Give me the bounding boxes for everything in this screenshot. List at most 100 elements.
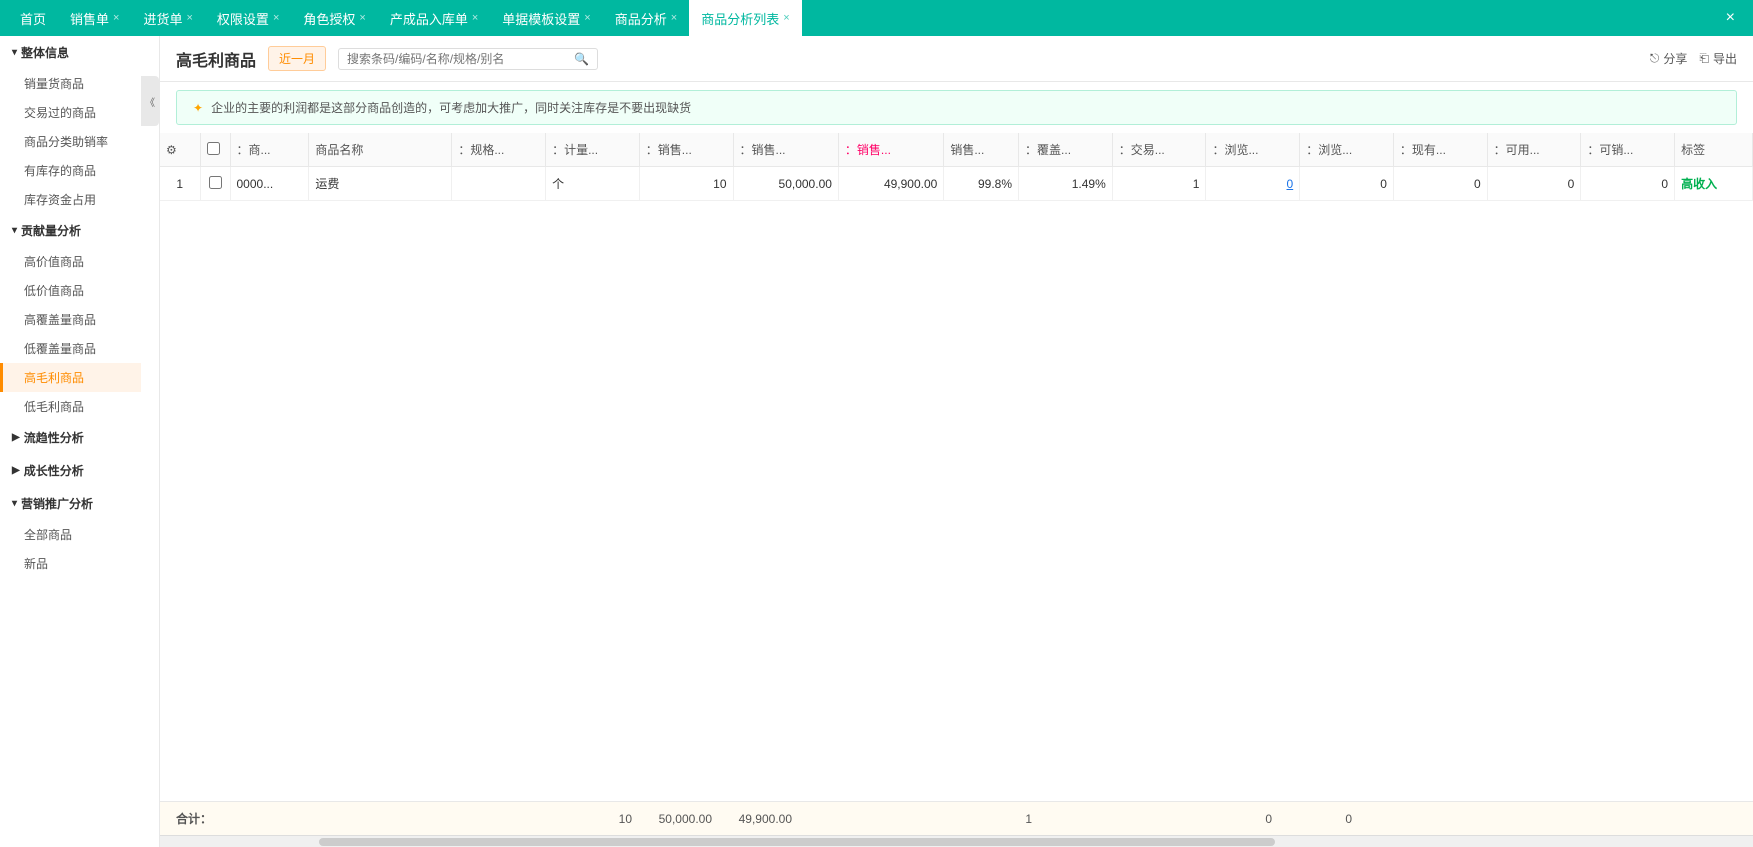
sidebar-item-low-value[interactable]: 低价值商品: [0, 276, 141, 305]
footer-view1: [1042, 812, 1122, 826]
info-icon: ✦: [193, 101, 203, 115]
nav-permission-settings[interactable]: 权限设置 ×: [205, 0, 291, 36]
arrow-icon-4: ▶: [12, 465, 20, 476]
sidebar-item-all-goods[interactable]: 全部商品: [0, 520, 141, 549]
main-layout: ▾ 整体信息 销量货商品 交易过的商品 商品分类助销率 有库存的商品 库存资金占…: [0, 36, 1753, 847]
info-banner: ✦ 企业的主要的利润都是这部分商品创造的，可考虑加大推广，同时关注库存是不要出现…: [176, 90, 1737, 125]
content-area: 高毛利商品 近一月 🔍 ⎋ 分享 ⎗ 导出 ✦ 企业的主要的利润都是这部分商品创…: [160, 36, 1753, 847]
cell-num: 1: [160, 167, 200, 201]
sidebar-item-low-margin[interactable]: 低毛利商品: [0, 392, 141, 421]
content-header: 高毛利商品 近一月 🔍 ⎋ 分享 ⎗ 导出: [160, 36, 1753, 82]
search-icon[interactable]: 🔍: [574, 52, 589, 66]
footer-trade: 1: [962, 812, 1042, 826]
table-header-row: ⚙ ：商... 商品名称 ：规格... ：计量... ：销售... ：销售...…: [160, 133, 1753, 167]
sidebar-group-overall[interactable]: ▾ 整体信息: [0, 36, 141, 69]
nav-sales-order-close[interactable]: ×: [113, 12, 119, 24]
export-button[interactable]: ⎗ 导出: [1699, 50, 1737, 67]
col-trade[interactable]: ：交易...: [1112, 133, 1206, 167]
table-container[interactable]: ⚙ ：商... 商品名称 ：规格... ：计量... ：销售... ：销售...…: [160, 133, 1753, 801]
col-sales-profit[interactable]: ：销售...: [838, 133, 943, 167]
nav-permission-close[interactable]: ×: [273, 12, 279, 24]
col-gross-margin[interactable]: 销售...: [944, 133, 1019, 167]
col-checkbox[interactable]: [200, 133, 230, 167]
sidebar-collapse-button[interactable]: 《: [141, 76, 159, 126]
nav-template-close[interactable]: ×: [584, 12, 590, 24]
nav-purchase-order-close[interactable]: ×: [186, 12, 192, 24]
col-spec[interactable]: ：规格...: [452, 133, 546, 167]
sidebar-item-sales-goods[interactable]: 销量货商品: [0, 69, 141, 98]
horizontal-scrollbar[interactable]: [160, 835, 1753, 847]
nav-role-auth[interactable]: 角色授权 ×: [291, 0, 377, 36]
sidebar-item-high-value[interactable]: 高价值商品: [0, 247, 141, 276]
footer-stock-current: 0: [1202, 812, 1282, 826]
filter-recent-month[interactable]: 近一月: [268, 46, 326, 71]
col-view2[interactable]: ：浏览...: [1300, 133, 1394, 167]
cell-code: 0000...: [230, 167, 309, 201]
page-title: 高毛利商品: [176, 47, 256, 71]
cell-sales-qty: 10: [639, 167, 733, 201]
nav-product-warehouse-close[interactable]: ×: [472, 12, 478, 24]
scrollbar-thumb[interactable]: [319, 838, 1275, 846]
footer-coverage: [882, 812, 962, 826]
nav-product-analysis[interactable]: 商品分析 ×: [603, 0, 689, 36]
sidebar-item-stock-capital[interactable]: 库存资金占用: [0, 185, 141, 214]
sidebar-item-low-coverage[interactable]: 低覆盖量商品: [0, 334, 141, 363]
arrow-icon: ▾: [12, 47, 17, 58]
cell-view1[interactable]: 0: [1206, 167, 1300, 201]
cell-sales-amount: 50,000.00: [733, 167, 838, 201]
col-stock-current[interactable]: ：现有...: [1393, 133, 1487, 167]
sidebar-item-new-goods[interactable]: 新品: [0, 549, 141, 578]
col-sales-amount[interactable]: ：销售...: [733, 133, 838, 167]
total-label: 合计：: [176, 810, 212, 827]
col-stock-available[interactable]: ：可用...: [1487, 133, 1581, 167]
nav-sales-order[interactable]: 销售单 ×: [58, 0, 131, 36]
sidebar-item-category-rate[interactable]: 商品分类助销率: [0, 127, 141, 156]
sidebar-group-contribution[interactable]: ▾ 贡献量分析: [0, 214, 141, 247]
cell-view2: 0: [1300, 167, 1394, 201]
col-unit[interactable]: ：计量...: [546, 133, 640, 167]
sidebar-group-contribution-items: 高价值商品 低价值商品 高覆盖量商品 低覆盖量商品 高毛利商品 低毛利商品: [0, 247, 141, 421]
cell-stock-current: 0: [1393, 167, 1487, 201]
search-input[interactable]: [347, 52, 574, 66]
cell-sales-profit: 49,900.00: [838, 167, 943, 201]
select-all-checkbox[interactable]: [207, 142, 220, 155]
search-box: 🔍: [338, 48, 598, 70]
sidebar-group-marketing[interactable]: ▾ 营销推广分析: [0, 487, 141, 520]
arrow-icon-2: ▾: [12, 225, 17, 236]
footer-sales-qty: 10: [562, 812, 642, 826]
data-table: ⚙ ：商... 商品名称 ：规格... ：计量... ：销售... ：销售...…: [160, 133, 1753, 201]
sidebar-item-high-margin[interactable]: 高毛利商品: [0, 363, 141, 392]
nav-purchase-order[interactable]: 进货单 ×: [131, 0, 204, 36]
footer-sales-profit: 49,900.00: [722, 812, 802, 826]
nav-template-settings[interactable]: 单据模板设置 ×: [490, 0, 602, 36]
share-icon: ⎋: [1650, 51, 1660, 66]
share-button[interactable]: ⎋ 分享: [1650, 50, 1688, 67]
nav-product-analysis-close[interactable]: ×: [671, 12, 677, 24]
sidebar-group-growth[interactable]: ▶ 成长性分析: [0, 454, 141, 487]
col-stock-saleable[interactable]: ：可销...: [1581, 133, 1675, 167]
sidebar-item-stock-goods[interactable]: 有库存的商品: [0, 156, 141, 185]
cell-trade: 1: [1112, 167, 1206, 201]
sidebar-group-trend[interactable]: ▶ 流趋性分析: [0, 421, 141, 454]
cell-gross-margin: 99.8%: [944, 167, 1019, 201]
cell-checkbox[interactable]: [200, 167, 230, 201]
col-code[interactable]: ：商...: [230, 133, 309, 167]
nav-product-analysis-list[interactable]: 商品分析列表 ×: [689, 0, 801, 36]
col-settings[interactable]: ⚙: [160, 133, 200, 167]
col-view1[interactable]: ：浏览...: [1206, 133, 1300, 167]
nav-product-warehouse[interactable]: 产成品入库单 ×: [378, 0, 490, 36]
arrow-icon-5: ▾: [12, 498, 17, 509]
nav-home[interactable]: 首页: [8, 0, 58, 36]
cell-stock-saleable: 0: [1581, 167, 1675, 201]
cell-coverage: 1.49%: [1019, 167, 1113, 201]
col-sales-qty[interactable]: ：销售...: [639, 133, 733, 167]
table-row: 1 0000... 运费 个 10 50,000.00 49,900.00 99…: [160, 167, 1753, 201]
nav-product-analysis-list-close[interactable]: ×: [783, 12, 789, 24]
sidebar-item-high-coverage[interactable]: 高覆盖量商品: [0, 305, 141, 334]
window-close-button[interactable]: ×: [1716, 9, 1745, 27]
nav-role-auth-close[interactable]: ×: [359, 12, 365, 24]
col-coverage[interactable]: ：覆盖...: [1019, 133, 1113, 167]
sidebar-item-traded-goods[interactable]: 交易过的商品: [0, 98, 141, 127]
col-tag[interactable]: 标签: [1675, 133, 1753, 167]
col-name[interactable]: 商品名称: [309, 133, 452, 167]
